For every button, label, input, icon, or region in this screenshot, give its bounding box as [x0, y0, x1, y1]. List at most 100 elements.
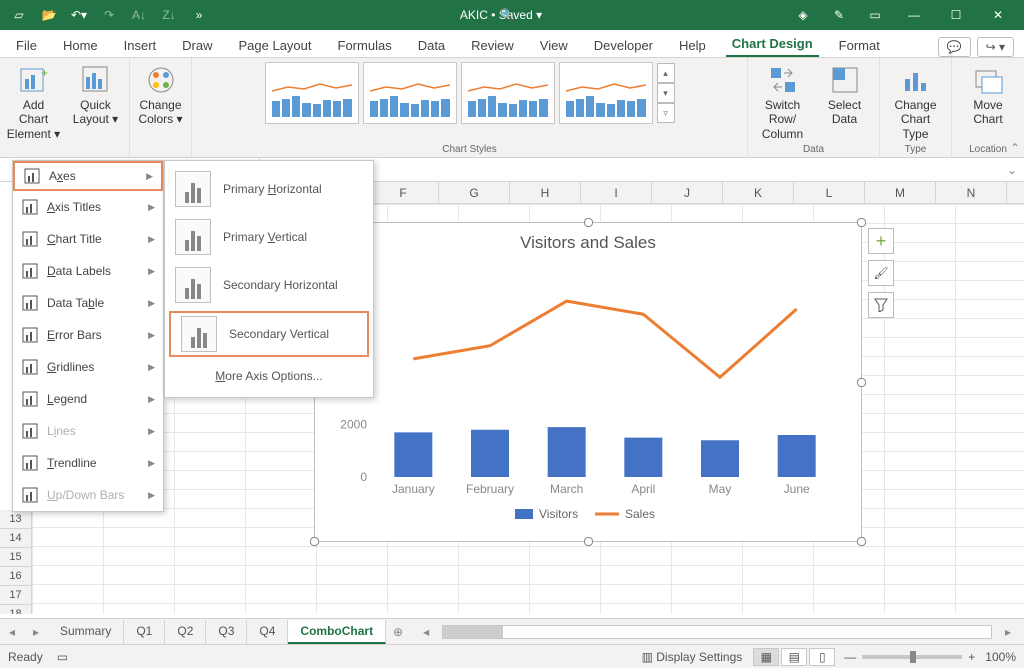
tab-formulas[interactable]: Formulas: [332, 34, 398, 57]
qat-overflow-icon[interactable]: »: [186, 2, 212, 28]
tab-format[interactable]: Format: [833, 34, 886, 57]
collapse-ribbon-icon[interactable]: ⌃: [1010, 141, 1020, 155]
switch-row-column-button[interactable]: Switch Row/ Column: [752, 62, 814, 143]
more-axis-options[interactable]: More Axis Options...: [165, 359, 373, 393]
share-button[interactable]: ↪ ▾: [977, 37, 1014, 57]
sheet-tab-q1[interactable]: Q1: [124, 620, 165, 644]
embedded-chart[interactable]: Visitors and Sales 02000400060008000Janu…: [314, 222, 862, 542]
submenu-primary-horizontal[interactable]: Primary Horizontal: [165, 165, 373, 213]
sheet-tab-q2[interactable]: Q2: [165, 620, 206, 644]
undo-icon[interactable]: ↶▾: [66, 2, 92, 28]
sheet-tab-q4[interactable]: Q4: [247, 620, 288, 644]
menu-gridlines[interactable]: Gridlines▶: [13, 351, 163, 383]
zoom-in-button[interactable]: +: [968, 650, 975, 664]
tab-page-layout[interactable]: Page Layout: [233, 34, 318, 57]
add-chart-element-button[interactable]: + Add Chart Element ▾: [3, 62, 65, 143]
select-data-label: Select Data: [818, 98, 872, 127]
open-icon[interactable]: 📂: [36, 2, 62, 28]
row-headers[interactable]: 131415161718: [0, 510, 32, 614]
change-chart-type-label: Change Chart Type: [889, 98, 943, 141]
chart-styles-gallery[interactable]: ▴▾▿: [265, 62, 675, 124]
menu-legend[interactable]: Legend▶: [13, 383, 163, 415]
sheet-nav-prev[interactable]: ◂: [0, 625, 24, 639]
redo-icon[interactable]: ↷: [96, 2, 122, 28]
chart-filter-button[interactable]: [868, 292, 894, 318]
comments-button[interactable]: 💬: [938, 37, 971, 57]
sheet-tab-summary[interactable]: Summary: [48, 620, 124, 644]
sort-asc-icon[interactable]: A↓: [126, 2, 152, 28]
quick-layout-button[interactable]: Quick Layout ▾: [65, 62, 127, 143]
tab-chart-design[interactable]: Chart Design: [726, 32, 819, 57]
sort-desc-icon[interactable]: Z↓: [156, 2, 182, 28]
tab-developer[interactable]: Developer: [588, 34, 659, 57]
menu-data-labels[interactable]: Data Labels▶: [13, 255, 163, 287]
menu-axes[interactable]: Axes▶: [13, 161, 163, 191]
submenu-secondary-vertical[interactable]: Secondary Vertical: [169, 311, 369, 357]
chart-title[interactable]: Visitors and Sales: [315, 223, 861, 257]
submenu-secondary-horizontal[interactable]: Secondary Horizontal: [165, 261, 373, 309]
hscroll-left[interactable]: ◂: [414, 625, 438, 639]
chart-style-2[interactable]: [363, 62, 457, 124]
add-chart-element-icon: +: [18, 64, 50, 96]
change-type-icon: [900, 64, 932, 96]
new-file-icon[interactable]: ▱: [6, 2, 32, 28]
wand-icon[interactable]: ✎: [826, 2, 852, 28]
chart-side-tools: + 🖌: [868, 228, 894, 318]
title-bar: ▱ 📂 ↶▾ ↷ A↓ Z↓ » AKIC • Saved ▾ 🔍 ◈ ✎ ▭ …: [0, 0, 1024, 30]
menu-axis-titles[interactable]: Axis Titles▶: [13, 191, 163, 223]
page-layout-view-button[interactable]: ▤: [781, 648, 807, 666]
horizontal-scrollbar[interactable]: [442, 625, 992, 639]
chart-style-scroll[interactable]: ▴▾▿: [657, 63, 675, 123]
page-break-view-button[interactable]: ▯: [809, 648, 835, 666]
tab-draw[interactable]: Draw: [176, 34, 218, 57]
tab-file[interactable]: File: [10, 34, 43, 57]
minimize-button[interactable]: —: [894, 0, 934, 30]
menu-icon: [21, 262, 39, 280]
chart-styles-button[interactable]: 🖌: [868, 260, 894, 286]
axis-icon: [181, 316, 217, 352]
chart-style-3[interactable]: [461, 62, 555, 124]
column-headers[interactable]: FGHIJKLMN: [368, 182, 1024, 204]
chart-style-1[interactable]: [265, 62, 359, 124]
change-colors-button[interactable]: Change Colors ▾: [130, 62, 192, 129]
change-chart-type-button[interactable]: Change Chart Type: [885, 62, 947, 143]
zoom-out-button[interactable]: —: [844, 650, 856, 664]
tab-review[interactable]: Review: [465, 34, 520, 57]
hscroll-right[interactable]: ▸: [996, 625, 1020, 639]
select-data-button[interactable]: Select Data: [814, 62, 876, 143]
sheet-tab-q3[interactable]: Q3: [206, 620, 247, 644]
chart-plot-area[interactable]: 02000400060008000JanuaryFebruaryMarchApr…: [315, 257, 863, 537]
zoom-slider[interactable]: [862, 655, 962, 659]
chart-elements-button[interactable]: +: [868, 228, 894, 254]
search-icon[interactable]: 🔍: [494, 2, 520, 28]
menu-up-down-bars: Up/Down Bars▶: [13, 479, 163, 511]
move-chart-button[interactable]: Move Chart: [957, 62, 1019, 129]
display-settings-button[interactable]: ▥ Display Settings: [642, 650, 743, 664]
macro-record-icon[interactable]: ▭: [57, 650, 68, 664]
sheet-tab-combochart[interactable]: ComboChart: [288, 620, 386, 644]
diamond-icon[interactable]: ◈: [790, 2, 816, 28]
formula-expand-icon[interactable]: ⌄: [1004, 163, 1020, 177]
tab-insert[interactable]: Insert: [118, 34, 163, 57]
ribbon-display-icon[interactable]: ▭: [862, 2, 888, 28]
tab-data[interactable]: Data: [412, 34, 451, 57]
normal-view-button[interactable]: ▦: [753, 648, 779, 666]
new-sheet-button[interactable]: ⊕: [386, 625, 410, 639]
menu-error-bars[interactable]: Error Bars▶: [13, 319, 163, 351]
menu-chart-title[interactable]: Chart Title▶: [13, 223, 163, 255]
sheet-nav-next[interactable]: ▸: [24, 625, 48, 639]
zoom-level[interactable]: 100%: [985, 650, 1016, 664]
close-button[interactable]: ✕: [978, 0, 1018, 30]
submenu-primary-vertical[interactable]: Primary Vertical: [165, 213, 373, 261]
status-ready: Ready: [8, 650, 43, 664]
maximize-button[interactable]: ☐: [936, 0, 976, 30]
menu-icon: [21, 198, 39, 216]
tab-home[interactable]: Home: [57, 34, 104, 57]
tab-view[interactable]: View: [534, 34, 574, 57]
menu-trendline[interactable]: Trendline▶: [13, 447, 163, 479]
menu-icon: [23, 167, 41, 185]
menu-data-table[interactable]: Data Table▶: [13, 287, 163, 319]
menu-lines: Lines▶: [13, 415, 163, 447]
tab-help[interactable]: Help: [673, 34, 712, 57]
chart-style-4[interactable]: [559, 62, 653, 124]
